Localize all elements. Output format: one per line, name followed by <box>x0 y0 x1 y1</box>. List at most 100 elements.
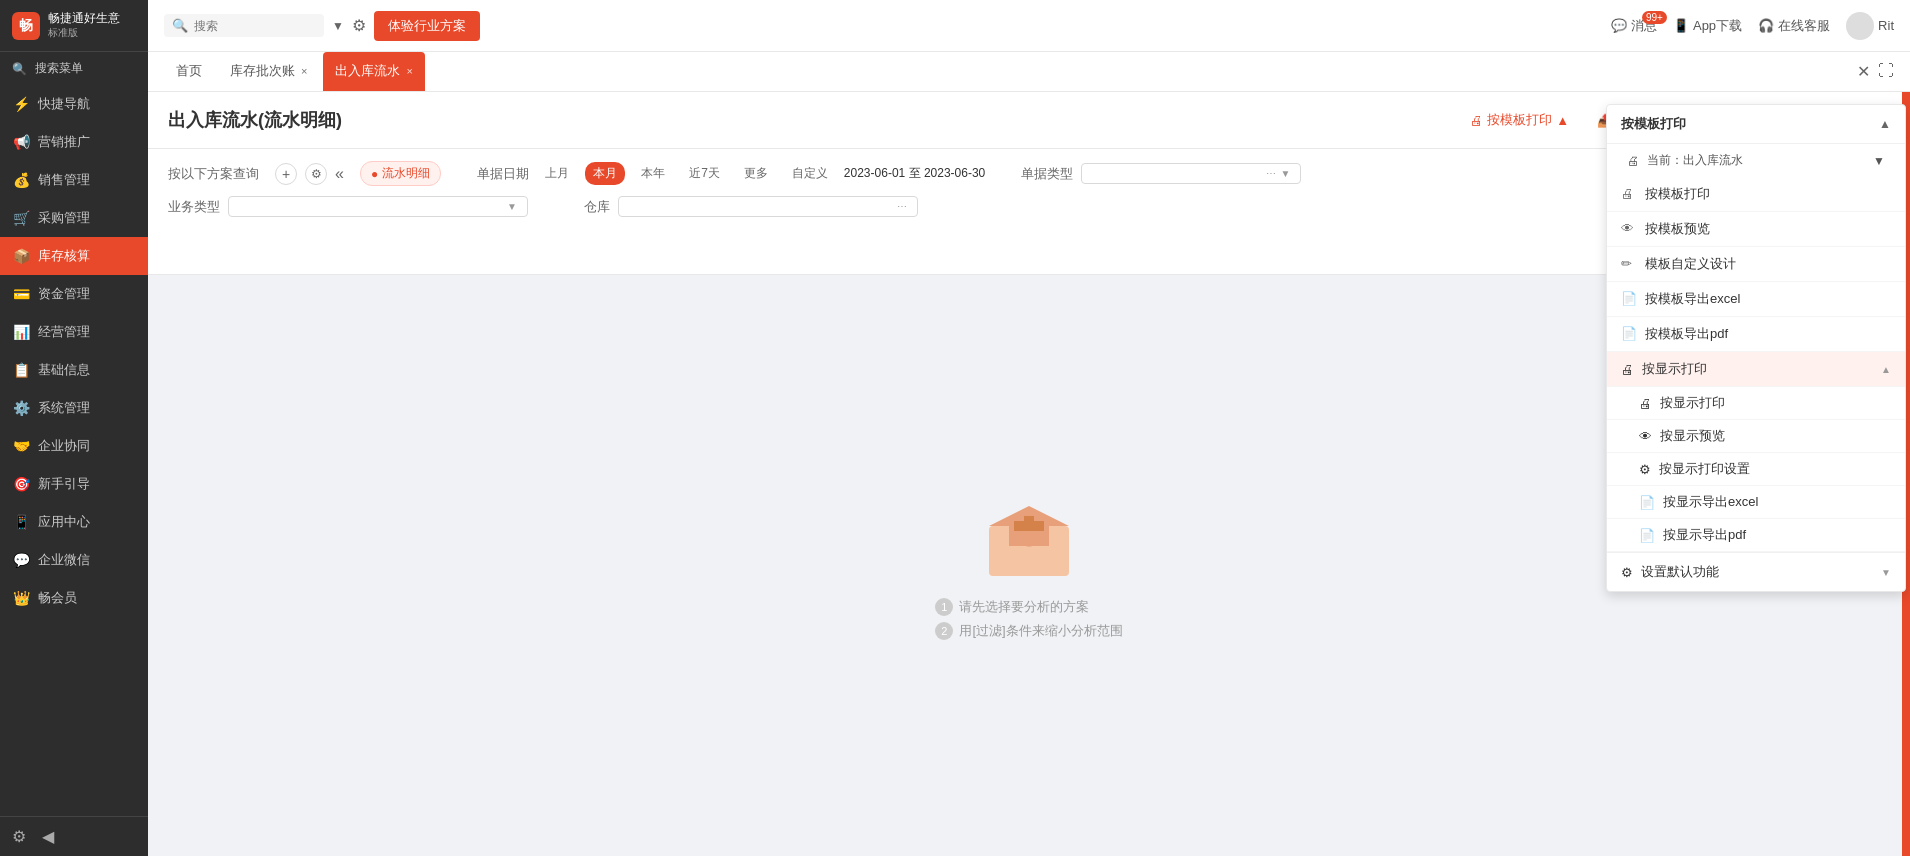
tabs-actions: ✕ ⛶ <box>1857 62 1894 81</box>
footer-settings-icon: ⚙ <box>1621 565 1633 580</box>
display-print-label: 按显示打印 <box>1660 394 1725 412</box>
display-section-icon: 🖨 <box>1621 362 1634 377</box>
svg-point-5 <box>1023 535 1035 547</box>
sub-item-display-pdf[interactable]: 📄 按显示导出pdf <box>1607 519 1905 552</box>
sidebar-item-finance[interactable]: 💳 资金管理 <box>0 275 148 313</box>
user-profile-btn[interactable]: Rit <box>1846 12 1894 40</box>
dropdown-scroll: 按模板打印 ▲ 🖨 当前：出入库流水 ▼ 🖨 按模板打印 <box>1607 105 1905 591</box>
sidebar-item-basic-info[interactable]: 📋 基础信息 <box>0 351 148 389</box>
header-search-input[interactable] <box>194 19 294 33</box>
print-template-label: 按模板打印 <box>1487 111 1552 129</box>
step-2-badge: 2 <box>935 622 953 640</box>
sidebar-item-member[interactable]: 👑 畅会员 <box>0 579 148 617</box>
print-template-btn[interactable]: 🖨 按模板打印 ▲ <box>1462 107 1577 133</box>
dropdown-footer[interactable]: ⚙ 设置默认功能 ▼ <box>1607 552 1905 591</box>
trial-btn[interactable]: 体验行业方案 <box>374 11 480 41</box>
search-icon: 🔍 <box>12 62 27 76</box>
sub-item-display-excel[interactable]: 📄 按显示导出excel <box>1607 486 1905 519</box>
collapse-sidebar-icon[interactable]: ◀ <box>42 827 54 846</box>
sidebar-item-marketing[interactable]: 📢 营销推广 <box>0 123 148 161</box>
date-tab-current-year[interactable]: 本年 <box>633 162 673 185</box>
sub-item-display-print[interactable]: 🖨 按显示打印 <box>1607 387 1905 420</box>
settings-icon[interactable]: ⚙ <box>12 827 26 846</box>
dropdown-item-template-excel[interactable]: 📄 按模板导出excel <box>1607 282 1905 317</box>
sidebar-item-operations[interactable]: 📊 经营管理 <box>0 313 148 351</box>
purchase-label: 采购管理 <box>38 209 90 227</box>
display-pdf-icon: 📄 <box>1639 528 1655 543</box>
business-type-group: 业务类型 ▼ <box>168 196 528 217</box>
empty-hint-1: 1 请先选择要分析的方案 <box>935 598 1122 616</box>
date-tab-current-month[interactable]: 本月 <box>585 162 625 185</box>
tab-batch-account-close[interactable]: × <box>301 65 307 77</box>
sidebar-item-inventory[interactable]: 📦 库存核算 <box>0 237 148 275</box>
tabs-bar: 首页 库存批次账 × 出入库流水 × ✕ ⛶ <box>148 52 1910 92</box>
tab-home[interactable]: 首页 <box>164 52 214 91</box>
doc-type-select[interactable]: ⋯ ▼ <box>1081 163 1301 184</box>
display-excel-icon: 📄 <box>1639 495 1655 510</box>
app-center-icon: 📱 <box>12 513 30 531</box>
sidebar-item-sales[interactable]: 💰 销售管理 <box>0 161 148 199</box>
empty-hint-2-text: 用[过滤]条件来缩小分析范围 <box>959 622 1122 640</box>
dropdown-item-template-print[interactable]: 🖨 按模板打印 <box>1607 177 1905 212</box>
filter-add-btn[interactable]: + <box>275 163 297 185</box>
basic-info-icon: 📋 <box>12 361 30 379</box>
maximize-tab-icon[interactable]: ⛶ <box>1878 62 1894 81</box>
sidebar-item-wechat[interactable]: 💬 企业微信 <box>0 541 148 579</box>
warehouse-group: 仓库 ⋯ <box>584 196 918 217</box>
notification-icon: 💬 <box>1611 18 1627 33</box>
header-gear-icon[interactable]: ⚙ <box>352 16 366 35</box>
quick-nav-label: 快捷导航 <box>38 95 90 113</box>
dropdown-display-section[interactable]: 🖨 按显示打印 ▲ <box>1607 352 1905 387</box>
sidebar-nav: ⚡ 快捷导航 📢 营销推广 💰 销售管理 🛒 采购管理 📦 库存核算 💳 资金管… <box>0 85 148 816</box>
header-search-box[interactable]: 🔍 <box>164 14 324 37</box>
sidebar-item-guide[interactable]: 🎯 新手引导 <box>0 465 148 503</box>
online-service-label: 在线客服 <box>1778 17 1830 35</box>
sidebar-item-enterprise[interactable]: 🤝 企业协同 <box>0 427 148 465</box>
system-label: 系统管理 <box>38 399 90 417</box>
sub-item-display-preview[interactable]: 👁 按显示预览 <box>1607 420 1905 453</box>
tab-flow-close[interactable]: × <box>406 65 412 77</box>
business-type-select[interactable]: ▼ <box>228 196 528 217</box>
svg-rect-4 <box>1024 516 1034 531</box>
sidebar-item-purchase[interactable]: 🛒 采购管理 <box>0 199 148 237</box>
filter-settings-btn[interactable]: ⚙ <box>305 163 327 185</box>
sidebar-item-app-center[interactable]: 📱 应用中心 <box>0 503 148 541</box>
sidebar-bottom: ⚙ ◀ <box>0 816 148 856</box>
close-tab-icon[interactable]: ✕ <box>1857 62 1870 81</box>
filter-collapse-btn[interactable]: « <box>335 165 344 183</box>
basic-info-label: 基础信息 <box>38 361 90 379</box>
dropdown-item-template-pdf[interactable]: 📄 按模板导出pdf <box>1607 317 1905 352</box>
tab-batch-account[interactable]: 库存批次账 × <box>218 52 319 91</box>
notifications-btn[interactable]: 💬 消息 99+ <box>1611 17 1657 35</box>
date-tab-prev-month[interactable]: 上月 <box>537 162 577 185</box>
logo-subtitle: 标准版 <box>48 26 120 40</box>
page-area: 出入库流水(流水明细) 🖨 按模板打印 ▲ 📤 导出 🔄 刷新 ··· 查询 设… <box>148 92 1910 856</box>
tab-flow-label: 出入库流水 <box>335 62 400 80</box>
warehouse-select[interactable]: ⋯ <box>618 196 918 217</box>
tab-flow[interactable]: 出入库流水 × <box>323 52 424 91</box>
dropdown-item-template-custom[interactable]: ✏ 模板自定义设计 <box>1607 247 1905 282</box>
date-tab-7days[interactable]: 近7天 <box>681 162 728 185</box>
header-dropdown-icon[interactable]: ▼ <box>332 19 344 33</box>
dropdown-item-template-preview[interactable]: 👁 按模板预览 <box>1607 212 1905 247</box>
inventory-label: 库存核算 <box>38 247 90 265</box>
active-filter-tag[interactable]: ● 流水明细 <box>360 161 441 186</box>
sub-item-display-settings[interactable]: ⚙ 按显示打印设置 <box>1607 453 1905 486</box>
sidebar-item-system[interactable]: ⚙️ 系统管理 <box>0 389 148 427</box>
sidebar-search[interactable]: 🔍 搜索菜单 <box>0 52 148 85</box>
dropdown-title: 按模板打印 <box>1621 115 1686 133</box>
doc-type-group: 单据类型 ⋯ ▼ <box>1021 163 1301 184</box>
empty-svg <box>969 486 1089 586</box>
avatar <box>1846 12 1874 40</box>
app-download-btn[interactable]: 📱 App下载 <box>1673 17 1742 35</box>
wechat-icon: 💬 <box>12 551 30 569</box>
dropdown-collapse-icon[interactable]: ▲ <box>1879 117 1891 131</box>
sidebar-item-quick-nav[interactable]: ⚡ 快捷导航 <box>0 85 148 123</box>
date-tab-custom[interactable]: 自定义 <box>784 162 836 185</box>
online-service-btn[interactable]: 🎧 在线客服 <box>1758 17 1830 35</box>
filter-action-buttons: + ⚙ « <box>275 163 344 185</box>
enterprise-icon: 🤝 <box>12 437 30 455</box>
date-tab-more[interactable]: 更多 <box>736 162 776 185</box>
dropdown-current-item[interactable]: 🖨 当前：出入库流水 ▼ <box>1607 144 1905 177</box>
search-label: 搜索菜单 <box>35 60 83 77</box>
